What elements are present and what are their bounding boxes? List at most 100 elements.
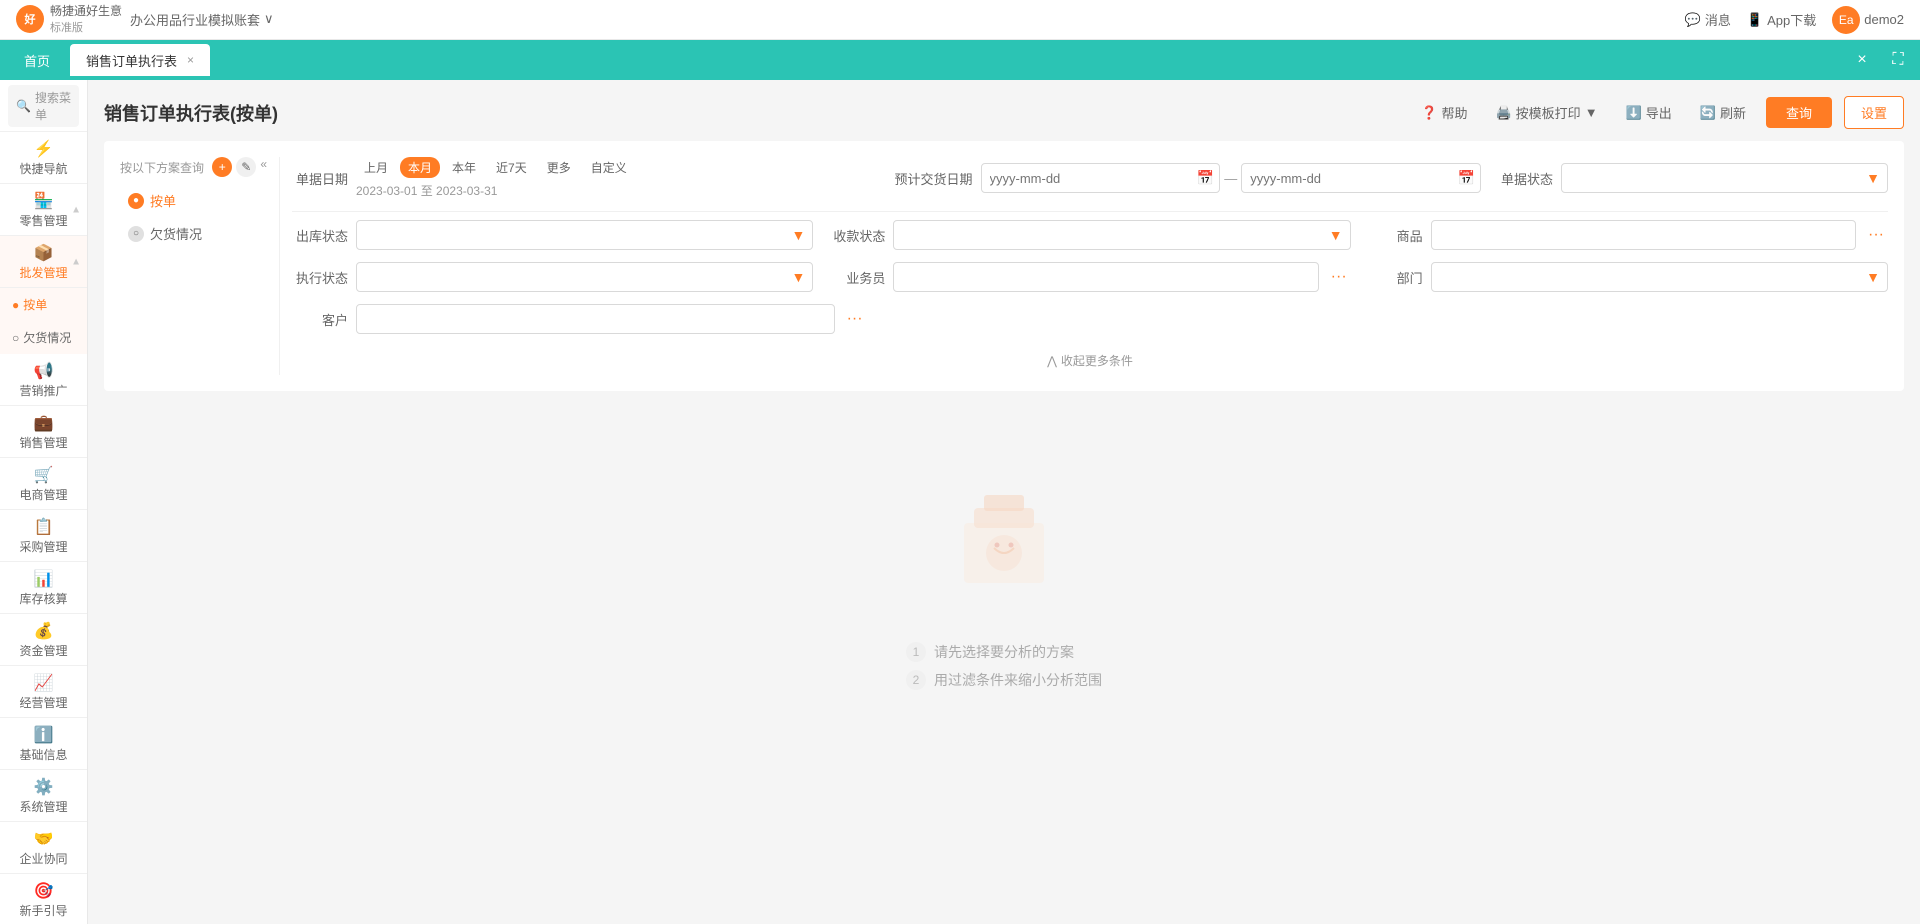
print-btn[interactable]: 🖨️ 按模板打印 ▼ <box>1487 99 1605 126</box>
window-expand-btn[interactable]: ⛶ <box>1884 46 1912 74</box>
dept-input[interactable] <box>1431 262 1888 292</box>
status-input-wrap: ▼ <box>1561 163 1888 193</box>
tab-home[interactable]: 首页 <box>8 44 66 76</box>
print-arrow-icon: ▼ <box>1585 105 1598 120</box>
settings-button[interactable]: 设置 <box>1844 96 1904 129</box>
sidebar-item-system[interactable]: ⚙️ 系统管理 <box>0 770 87 822</box>
download-icon: 📱 <box>1747 12 1763 28</box>
sidebar-item-basic[interactable]: ℹ️ 基础信息 <box>0 718 87 770</box>
payment-input[interactable] <box>893 220 1350 250</box>
filter-collapse-btn[interactable]: « <box>260 157 267 177</box>
sidebar-item-ecommerce[interactable]: 🛒 电商管理 <box>0 458 87 510</box>
delivery-input-wrap: ▼ <box>356 220 813 250</box>
top-bar: 好 畅捷通好生意 标准版 办公用品行业模拟账套 ∨ 💬 消息 📱 App下载 E… <box>0 0 1920 40</box>
finance-icon: 💰 <box>34 621 54 641</box>
wholesale-label: 批发管理 <box>19 266 67 280</box>
empty-state: 1 请先选择要分析的方案 2 用过滤条件来缩小分析范围 <box>104 403 1904 770</box>
system-icon: ⚙️ <box>34 777 54 797</box>
filter-field-delivery: 出库状态 ▼ <box>292 220 813 250</box>
tab-active[interactable]: 销售订单执行表 × <box>70 44 210 76</box>
exec-input[interactable] <box>356 262 813 292</box>
marketing-label: 营销推广 <box>19 384 67 398</box>
tab-close-icon[interactable]: × <box>187 53 194 67</box>
sidebar-item-retail[interactable]: 🏪 零售管理 ▲ <box>0 184 87 236</box>
goods-input[interactable] <box>1431 220 1856 250</box>
filter-form: 单据日期 上月 本月 本年 近7天 更多 自定义 <box>292 157 1888 375</box>
status-dropdown-icon[interactable]: ▼ <box>1866 170 1880 186</box>
sub-icon-按单: ● <box>12 298 19 312</box>
calendar-end-icon[interactable]: 📅 <box>1458 170 1475 187</box>
salesperson-input[interactable] <box>893 262 1318 292</box>
customer-label: 客户 <box>292 310 348 329</box>
sidebar-item-wholesale[interactable]: 📦 批发管理 ▲ <box>0 236 87 288</box>
refresh-btn[interactable]: 🔄 刷新 <box>1692 99 1754 126</box>
delivery-input[interactable] <box>356 220 813 250</box>
date-btn-this-month[interactable]: 本月 <box>400 157 440 178</box>
sidebar-sub-按单[interactable]: ● 按单 <box>0 288 87 321</box>
message-btn[interactable]: 💬 消息 <box>1685 10 1731 29</box>
sidebar-sub-欠货[interactable]: ○ 欠货情况 <box>0 321 87 354</box>
operation-label: 经营管理 <box>19 696 67 710</box>
expected-date-end[interactable] <box>1241 163 1481 193</box>
salesperson-label: 业务员 <box>829 268 885 287</box>
export-icon: ⬇️ <box>1626 105 1642 121</box>
dept-dropdown-icon[interactable]: ▼ <box>1866 269 1880 285</box>
step-2-text: 用过滤条件来缩小分析范围 <box>934 670 1102 690</box>
date-btn-7days[interactable]: 近7天 <box>488 157 535 178</box>
sidebar-item-sales[interactable]: 💼 销售管理 <box>0 406 87 458</box>
date-btn-more[interactable]: 更多 <box>539 157 579 178</box>
sub-icon-欠货: ○ <box>12 331 19 345</box>
help-btn[interactable]: ❓ 帮助 <box>1413 99 1475 126</box>
date-btn-this-year[interactable]: 本年 <box>444 157 484 178</box>
empty-step-2: 2 用过滤条件来缩小分析范围 <box>906 670 1102 690</box>
export-btn[interactable]: ⬇️ 导出 <box>1618 99 1680 126</box>
message-label: 消息 <box>1705 10 1731 29</box>
filter-sidebar-title: 按以下方案查询 + ✎ « <box>120 157 267 177</box>
goods-more-icon[interactable]: ··· <box>1864 226 1888 244</box>
tab-bar: 首页 销售订单执行表 × × ⛶ <box>0 40 1920 80</box>
salesperson-more-icon[interactable]: ··· <box>1327 268 1351 286</box>
filter-option-欠货[interactable]: ○ 欠货情况 <box>120 218 267 249</box>
date-separator: — <box>1224 171 1237 186</box>
sidebar-item-guide[interactable]: 🎯 新手引导 <box>0 874 87 924</box>
calendar-start-icon[interactable]: 📅 <box>1197 170 1214 187</box>
enterprise-icon: 🤝 <box>34 829 54 849</box>
sidebar-item-finance[interactable]: 💰 资金管理 <box>0 614 87 666</box>
date-btn-last-month[interactable]: 上月 <box>356 157 396 178</box>
print-icon: 🖨️ <box>1495 105 1511 121</box>
app-download-btn[interactable]: 📱 App下载 <box>1747 10 1816 29</box>
page-content: 销售订单执行表(按单) ❓ 帮助 🖨️ 按模板打印 ▼ ⬇️ 导出 <box>88 80 1920 786</box>
status-label: 单据状态 <box>1497 169 1553 188</box>
delivery-dropdown-icon[interactable]: ▼ <box>791 227 805 243</box>
customer-more-icon[interactable]: ··· <box>843 310 867 328</box>
sidebar-item-enterprise[interactable]: 🤝 企业协同 <box>0 822 87 874</box>
payment-dropdown-icon[interactable]: ▼ <box>1329 227 1343 243</box>
expected-date-start[interactable] <box>981 163 1221 193</box>
breadcrumb[interactable]: 办公用品行业模拟账套 ∨ <box>130 10 274 29</box>
sidebar-item-marketing[interactable]: 📢 营销推广 <box>0 354 87 406</box>
user-name: demo2 <box>1864 12 1904 27</box>
window-close-btn[interactable]: × <box>1848 46 1876 74</box>
empty-illustration <box>944 483 1064 622</box>
collapse-btn[interactable]: ⋀ 收起更多条件 <box>292 346 1888 375</box>
exec-dropdown-icon[interactable]: ▼ <box>791 269 805 285</box>
retail-expand-icon: ▲ <box>71 204 81 215</box>
customer-input[interactable] <box>356 304 835 334</box>
date-btn-custom[interactable]: 自定义 <box>583 157 635 178</box>
sidebar-item-inventory[interactable]: 📊 库存核算 <box>0 562 87 614</box>
search-button[interactable]: 查询 <box>1766 97 1832 128</box>
dept-label: 部门 <box>1367 268 1423 287</box>
message-icon: 💬 <box>1685 12 1701 28</box>
collapse-arrow-icon: ⋀ <box>1047 354 1057 368</box>
filter-option-按单[interactable]: ● 按单 <box>120 185 267 216</box>
filter-edit-btn[interactable]: ✎ <box>236 157 256 177</box>
sidebar-search-box[interactable]: 🔍 搜索菜单 <box>8 85 79 127</box>
enterprise-label: 企业协同 <box>19 852 67 866</box>
filter-add-btn[interactable]: + <box>212 157 232 177</box>
status-input[interactable] <box>1561 163 1888 193</box>
sidebar-item-operation[interactable]: 📈 经营管理 <box>0 666 87 718</box>
user-area[interactable]: Ea demo2 <box>1832 6 1904 34</box>
breadcrumb-arrow: ∨ <box>264 11 274 27</box>
sidebar-item-quicknav[interactable]: ⚡ 快捷导航 <box>0 132 87 184</box>
sidebar-item-purchase[interactable]: 📋 采购管理 <box>0 510 87 562</box>
